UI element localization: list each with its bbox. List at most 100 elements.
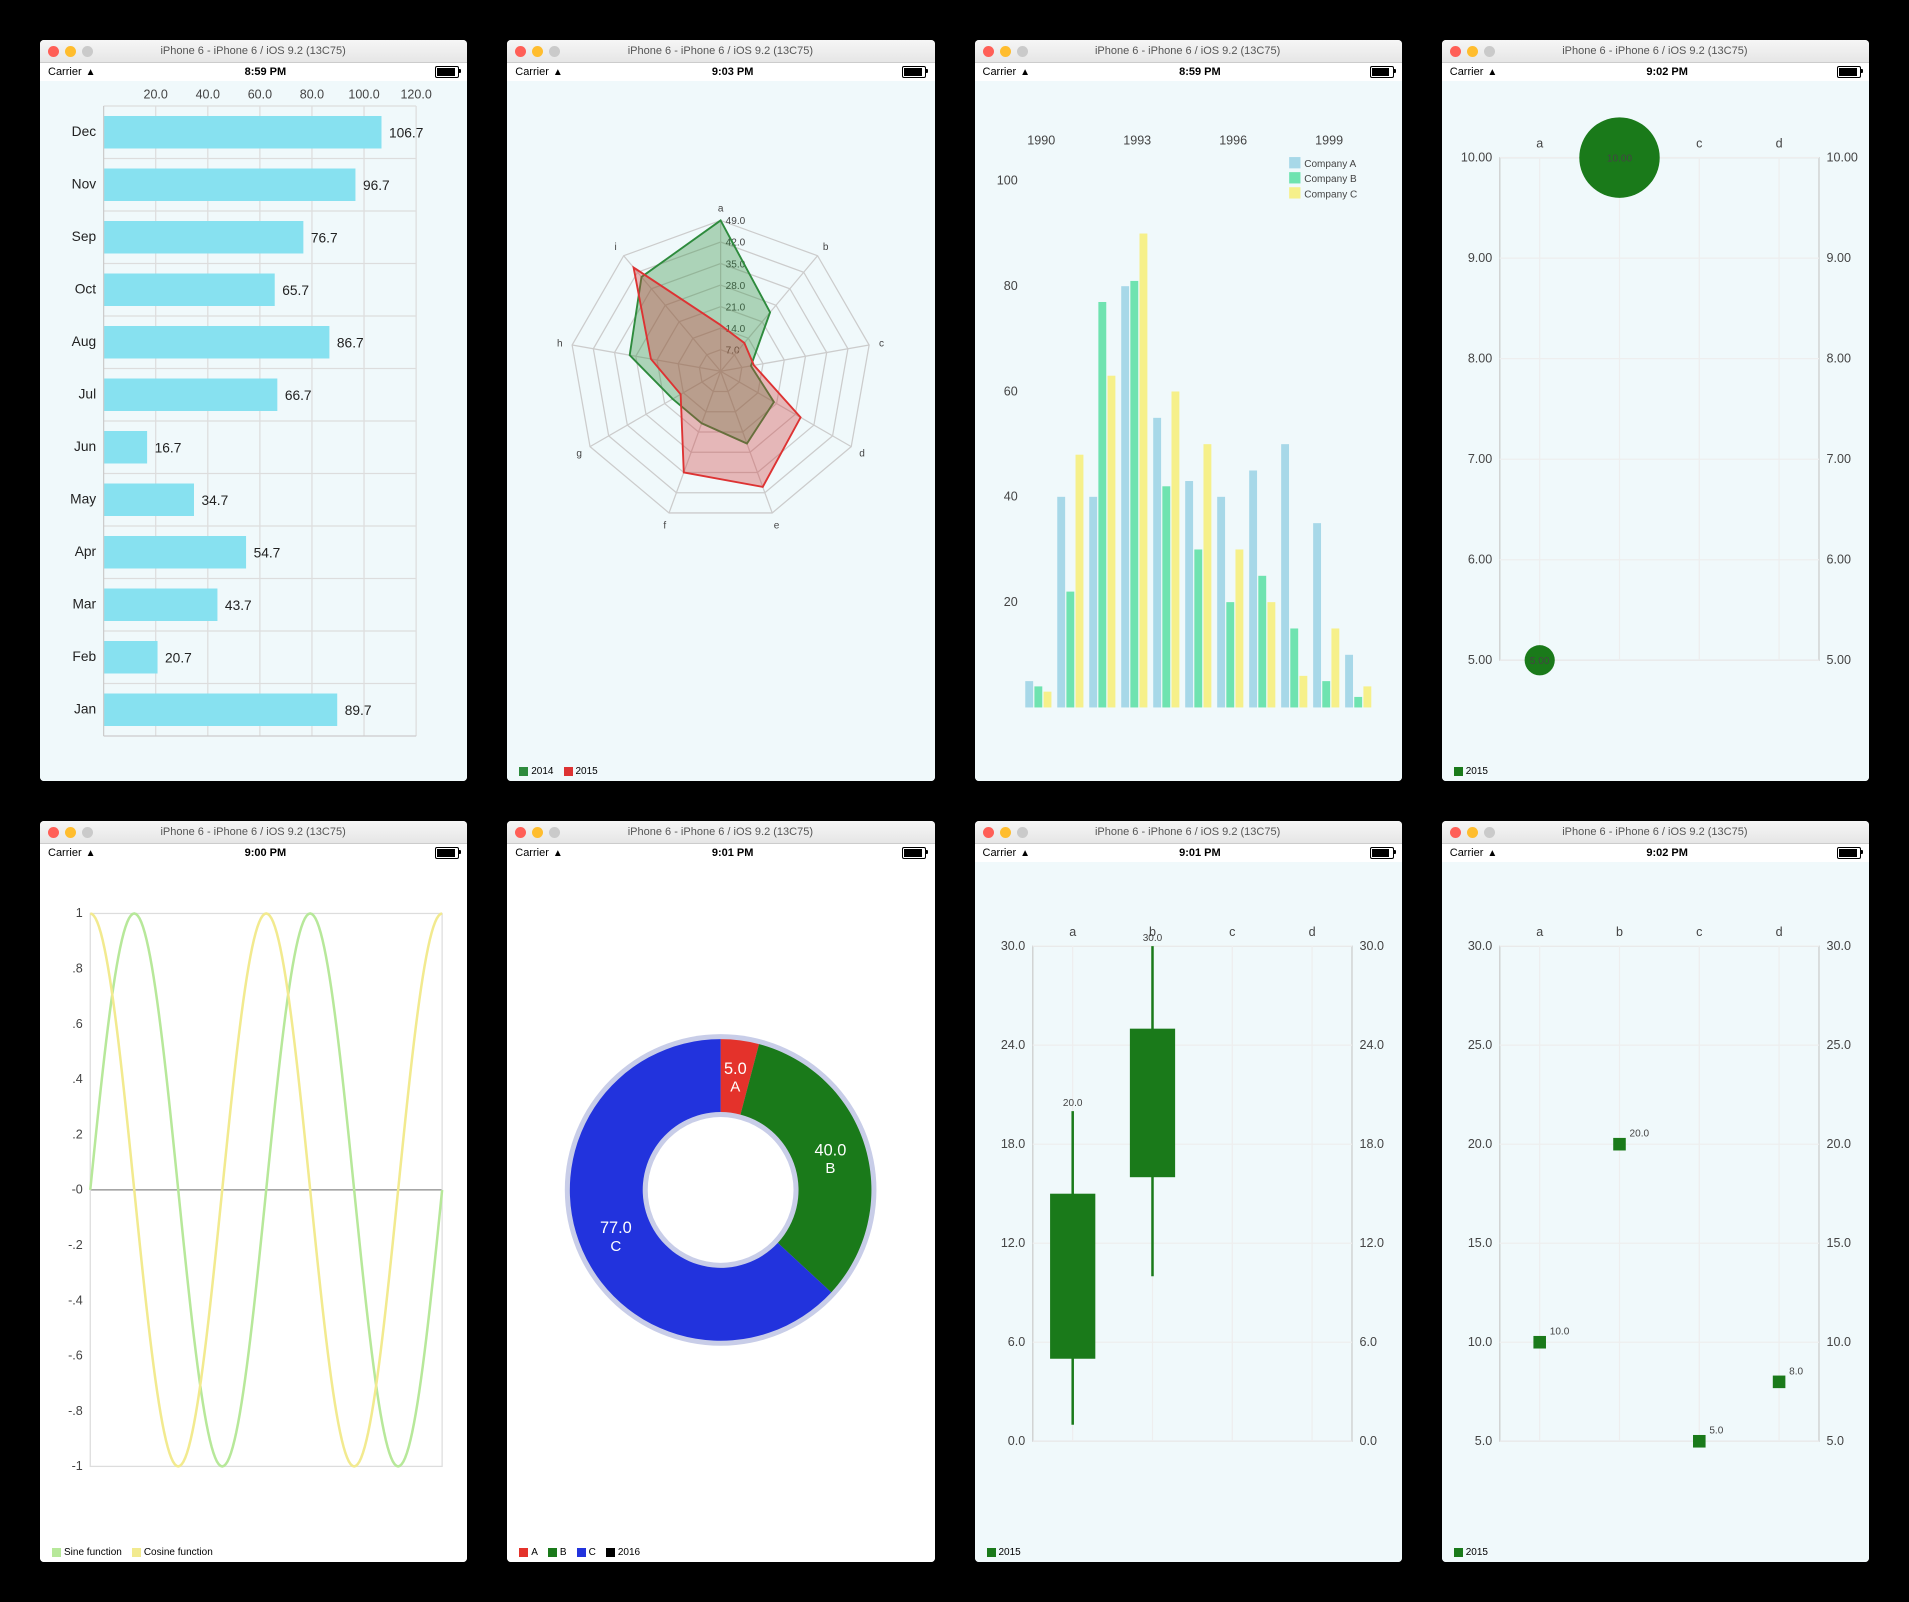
bar[interactable] — [1267, 602, 1275, 707]
maximize-icon[interactable] — [1484, 827, 1495, 838]
close-icon[interactable] — [48, 46, 59, 57]
bar[interactable] — [104, 484, 194, 517]
close-icon[interactable] — [48, 827, 59, 838]
window-titlebar: iPhone 6 - iPhone 6 / iOS 9.2 (13C75) — [975, 40, 1402, 63]
bar[interactable] — [1066, 592, 1074, 708]
maximize-icon[interactable] — [82, 827, 93, 838]
bar[interactable] — [1226, 602, 1234, 707]
traffic-lights[interactable] — [975, 827, 1028, 838]
traffic-lights[interactable] — [1442, 827, 1495, 838]
bar[interactable] — [104, 694, 338, 727]
bar[interactable] — [1235, 549, 1243, 707]
scatter-point[interactable] — [1613, 1138, 1626, 1151]
clock: 9:01 PM — [712, 847, 754, 859]
bar[interactable] — [1345, 655, 1353, 708]
bar[interactable] — [1290, 628, 1298, 707]
minimize-icon[interactable] — [532, 827, 543, 838]
traffic-lights[interactable] — [507, 46, 560, 57]
bar[interactable] — [1121, 286, 1129, 707]
svg-text:5.00: 5.00 — [1826, 653, 1850, 667]
bar[interactable] — [1281, 444, 1289, 707]
bar[interactable] — [1258, 576, 1266, 708]
close-icon[interactable] — [515, 46, 526, 57]
bar[interactable] — [104, 274, 275, 307]
minimize-icon[interactable] — [65, 46, 76, 57]
bar[interactable] — [1363, 686, 1371, 707]
bar[interactable] — [1331, 628, 1339, 707]
svg-text:10.0: 10.0 — [1826, 1335, 1850, 1349]
bar[interactable] — [1089, 497, 1097, 708]
close-icon[interactable] — [1450, 827, 1461, 838]
bar[interactable] — [1153, 418, 1161, 708]
svg-text:9.00: 9.00 — [1826, 251, 1850, 265]
minimize-icon[interactable] — [1000, 46, 1011, 57]
bar[interactable] — [104, 221, 304, 254]
bar[interactable] — [104, 379, 278, 412]
bar[interactable] — [1098, 302, 1106, 707]
svg-text:20.0: 20.0 — [144, 88, 168, 102]
svg-text:100.0: 100.0 — [348, 88, 379, 102]
minimize-icon[interactable] — [532, 46, 543, 57]
minimize-icon[interactable] — [1000, 827, 1011, 838]
bar[interactable] — [1107, 376, 1115, 708]
bar[interactable] — [104, 536, 246, 569]
scatter-point[interactable] — [1533, 1336, 1546, 1349]
bar[interactable] — [1171, 392, 1179, 708]
bar[interactable] — [1057, 497, 1065, 708]
bar[interactable] — [1043, 692, 1051, 708]
close-icon[interactable] — [515, 827, 526, 838]
traffic-lights[interactable] — [1442, 46, 1495, 57]
bar[interactable] — [1139, 234, 1147, 708]
traffic-lights[interactable] — [40, 827, 93, 838]
svg-text:65.7: 65.7 — [282, 283, 309, 298]
wifi-icon: ▲ — [1487, 67, 1497, 78]
bar[interactable] — [104, 431, 147, 464]
close-icon[interactable] — [983, 46, 994, 57]
candle[interactable] — [1129, 1029, 1174, 1178]
maximize-icon[interactable] — [1017, 46, 1028, 57]
window-title: iPhone 6 - iPhone 6 / iOS 9.2 (13C75) — [1028, 826, 1348, 838]
bar[interactable] — [104, 326, 330, 359]
bar[interactable] — [104, 116, 382, 149]
traffic-lights[interactable] — [40, 46, 93, 57]
bar[interactable] — [1249, 470, 1257, 707]
maximize-icon[interactable] — [1484, 46, 1495, 57]
svg-text:6.0: 6.0 — [1007, 1335, 1024, 1349]
svg-text:Oct: Oct — [75, 282, 97, 297]
bar[interactable] — [1203, 444, 1211, 707]
maximize-icon[interactable] — [82, 46, 93, 57]
bar[interactable] — [1322, 681, 1330, 707]
maximize-icon[interactable] — [1017, 827, 1028, 838]
scatter-point[interactable] — [1693, 1435, 1706, 1448]
bar[interactable] — [1354, 697, 1362, 708]
bar[interactable] — [1162, 486, 1170, 707]
window-title: iPhone 6 - iPhone 6 / iOS 9.2 (13C75) — [560, 45, 880, 57]
bar[interactable] — [1194, 549, 1202, 707]
bar[interactable] — [1217, 497, 1225, 708]
minimize-icon[interactable] — [1467, 827, 1478, 838]
close-icon[interactable] — [983, 827, 994, 838]
bar[interactable] — [1130, 281, 1138, 708]
bar[interactable] — [1185, 481, 1193, 707]
minimize-icon[interactable] — [1467, 46, 1478, 57]
maximize-icon[interactable] — [549, 827, 560, 838]
traffic-lights[interactable] — [975, 46, 1028, 57]
traffic-lights[interactable] — [507, 827, 560, 838]
bar[interactable] — [104, 641, 158, 674]
bar[interactable] — [1299, 676, 1307, 708]
candle[interactable] — [1050, 1194, 1095, 1359]
window-title: iPhone 6 - iPhone 6 / iOS 9.2 (13C75) — [1495, 45, 1815, 57]
bar[interactable] — [1025, 681, 1033, 707]
bar[interactable] — [104, 589, 218, 622]
maximize-icon[interactable] — [549, 46, 560, 57]
minimize-icon[interactable] — [65, 827, 76, 838]
bar[interactable] — [104, 169, 356, 202]
svg-text:c: c — [1696, 925, 1702, 939]
svg-text:1990: 1990 — [1027, 133, 1055, 147]
svg-text:Company C: Company C — [1304, 189, 1357, 200]
bar[interactable] — [1034, 686, 1042, 707]
bar[interactable] — [1313, 523, 1321, 707]
close-icon[interactable] — [1450, 46, 1461, 57]
scatter-point[interactable] — [1773, 1376, 1786, 1389]
bar[interactable] — [1075, 455, 1083, 708]
